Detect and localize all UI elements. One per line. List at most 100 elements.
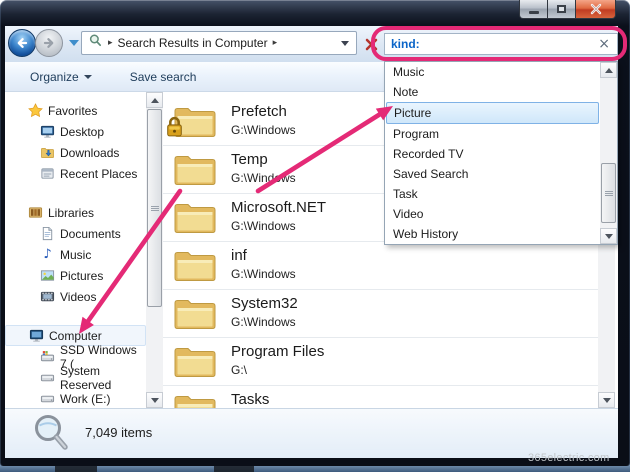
dropdown-item-recorded-tv[interactable]: Recorded TV bbox=[385, 144, 600, 164]
organize-button[interactable]: Organize bbox=[22, 66, 100, 88]
document-icon bbox=[40, 226, 55, 241]
scroll-down-button[interactable] bbox=[600, 228, 617, 244]
file-name: Temp bbox=[231, 151, 268, 168]
sidebar-item-favorites[interactable]: Favorites bbox=[5, 100, 146, 121]
file-name: System32 bbox=[231, 295, 298, 312]
scroll-down-button[interactable] bbox=[598, 392, 615, 408]
breadcrumb-arrow-icon[interactable]: ▸ bbox=[273, 38, 278, 48]
sidebar-item-pictures[interactable]: Pictures bbox=[5, 265, 146, 286]
sidebar-label: Pictures bbox=[60, 269, 103, 283]
watermark: 365electric.com bbox=[528, 452, 610, 464]
file-name: inf bbox=[231, 247, 247, 264]
status-bar: 7,049 items bbox=[5, 408, 618, 458]
libraries-icon bbox=[28, 205, 43, 220]
dropdown-item-video[interactable]: Video bbox=[385, 204, 600, 224]
sidebar-label: Downloads bbox=[60, 146, 119, 160]
sidebar-item-libraries[interactable]: Libraries bbox=[5, 202, 146, 223]
items-count: 7,049 items bbox=[85, 425, 152, 440]
sidebar-label: Work (E:) bbox=[60, 392, 110, 406]
music-note-icon: ♪ bbox=[40, 247, 55, 262]
close-button[interactable] bbox=[576, 0, 616, 19]
sidebar-label: Libraries bbox=[48, 206, 94, 220]
breadcrumb[interactable]: Search Results in Computer bbox=[118, 36, 268, 50]
red-x-icon bbox=[364, 37, 379, 52]
sidebar-spacer bbox=[5, 307, 146, 325]
scroll-up-button[interactable] bbox=[146, 92, 163, 108]
file-path: G:\Windows bbox=[231, 123, 296, 137]
sidebar-item-downloads[interactable]: Downloads bbox=[5, 142, 146, 163]
sidebar-spacer bbox=[5, 184, 146, 202]
dropdown-item-saved-search[interactable]: Saved Search bbox=[385, 164, 600, 184]
sidebar-item-desktop[interactable]: Desktop bbox=[5, 121, 146, 142]
dropdown-item-note[interactable]: Note bbox=[385, 82, 600, 102]
downloads-icon bbox=[40, 145, 55, 160]
scroll-down-button[interactable] bbox=[146, 392, 163, 408]
folder-icon bbox=[173, 151, 217, 187]
sidebar-label: Computer bbox=[49, 329, 102, 343]
address-dropdown-icon[interactable] bbox=[341, 41, 349, 46]
file-name: Prefetch bbox=[231, 103, 287, 120]
file-path: G:\Windows bbox=[231, 219, 296, 233]
sidebar-label: Music bbox=[60, 248, 91, 262]
address-bar[interactable]: ▸ Search Results in Computer ▸ bbox=[81, 31, 357, 55]
sidebar-scrollbar[interactable] bbox=[146, 92, 163, 408]
dropdown-scrollbar[interactable] bbox=[600, 62, 617, 244]
drive-icon bbox=[40, 370, 55, 385]
forward-arrow-icon bbox=[41, 35, 57, 51]
file-row-tasks[interactable]: Tasks bbox=[163, 386, 598, 408]
search-input[interactable] bbox=[391, 37, 598, 51]
sidebar-label: Recent Places bbox=[60, 167, 137, 181]
sidebar-label: Videos bbox=[60, 290, 96, 304]
search-magnifier-icon bbox=[29, 412, 75, 463]
sidebar-item-videos[interactable]: Videos bbox=[5, 286, 146, 307]
stop-button[interactable] bbox=[361, 34, 381, 54]
search-box[interactable]: × bbox=[384, 33, 618, 55]
forward-button[interactable] bbox=[35, 29, 63, 57]
file-name: Tasks bbox=[231, 391, 269, 408]
window-controls bbox=[519, 0, 616, 19]
thumb-grip-icon bbox=[605, 191, 613, 196]
scroll-up-button[interactable] bbox=[600, 62, 617, 78]
file-row-system32[interactable]: System32 G:\Windows bbox=[163, 290, 598, 338]
minimize-icon bbox=[529, 11, 539, 14]
close-icon bbox=[590, 3, 602, 15]
dropdown-item-program[interactable]: Program bbox=[385, 124, 600, 144]
scrollbar-thumb[interactable] bbox=[147, 109, 162, 307]
file-name: Program Files bbox=[231, 343, 324, 360]
picture-icon bbox=[40, 268, 55, 283]
sidebar-item-music[interactable]: ♪ Music bbox=[5, 244, 146, 265]
minimize-button[interactable] bbox=[519, 0, 548, 19]
maximize-button[interactable] bbox=[548, 0, 576, 19]
sidebar-item-documents[interactable]: Documents bbox=[5, 223, 146, 244]
dropdown-item-picture[interactable]: Picture bbox=[386, 102, 599, 124]
sidebar-item-recent-places[interactable]: Recent Places bbox=[5, 163, 146, 184]
sidebar-item-system-reserved[interactable]: System Reserved bbox=[5, 367, 146, 388]
recent-pages-chevron-icon[interactable] bbox=[69, 40, 79, 46]
dropdown-items: Music Note Picture Program Recorded TV S… bbox=[385, 62, 600, 244]
dropdown-item-task[interactable]: Task bbox=[385, 184, 600, 204]
save-search-label: Save search bbox=[130, 70, 197, 84]
organize-label: Organize bbox=[30, 70, 79, 84]
sidebar-label: Favorites bbox=[48, 104, 97, 118]
clear-search-icon[interactable]: × bbox=[598, 37, 610, 51]
file-row-inf[interactable]: inf G:\Windows bbox=[163, 242, 598, 290]
sidebar-label: Desktop bbox=[60, 125, 104, 139]
triangle-down-icon bbox=[605, 234, 613, 239]
file-path: G:\Windows bbox=[231, 171, 296, 185]
search-location-icon bbox=[88, 33, 103, 53]
scrollbar-thumb[interactable] bbox=[601, 163, 616, 223]
star-icon bbox=[28, 103, 43, 118]
drive-icon bbox=[40, 391, 55, 406]
maximize-icon bbox=[557, 5, 566, 13]
dropdown-item-web-history[interactable]: Web History bbox=[385, 224, 600, 244]
file-path: G:\Windows bbox=[231, 267, 296, 281]
video-icon bbox=[40, 289, 55, 304]
folder-icon bbox=[173, 247, 217, 283]
back-button[interactable] bbox=[8, 29, 36, 57]
save-search-button[interactable]: Save search bbox=[122, 66, 205, 88]
triangle-down-icon bbox=[603, 398, 611, 403]
file-row-program-files[interactable]: Program Files G:\ bbox=[163, 338, 598, 386]
triangle-down-icon bbox=[151, 398, 159, 403]
folder-icon bbox=[173, 343, 217, 379]
dropdown-item-music[interactable]: Music bbox=[385, 62, 600, 82]
